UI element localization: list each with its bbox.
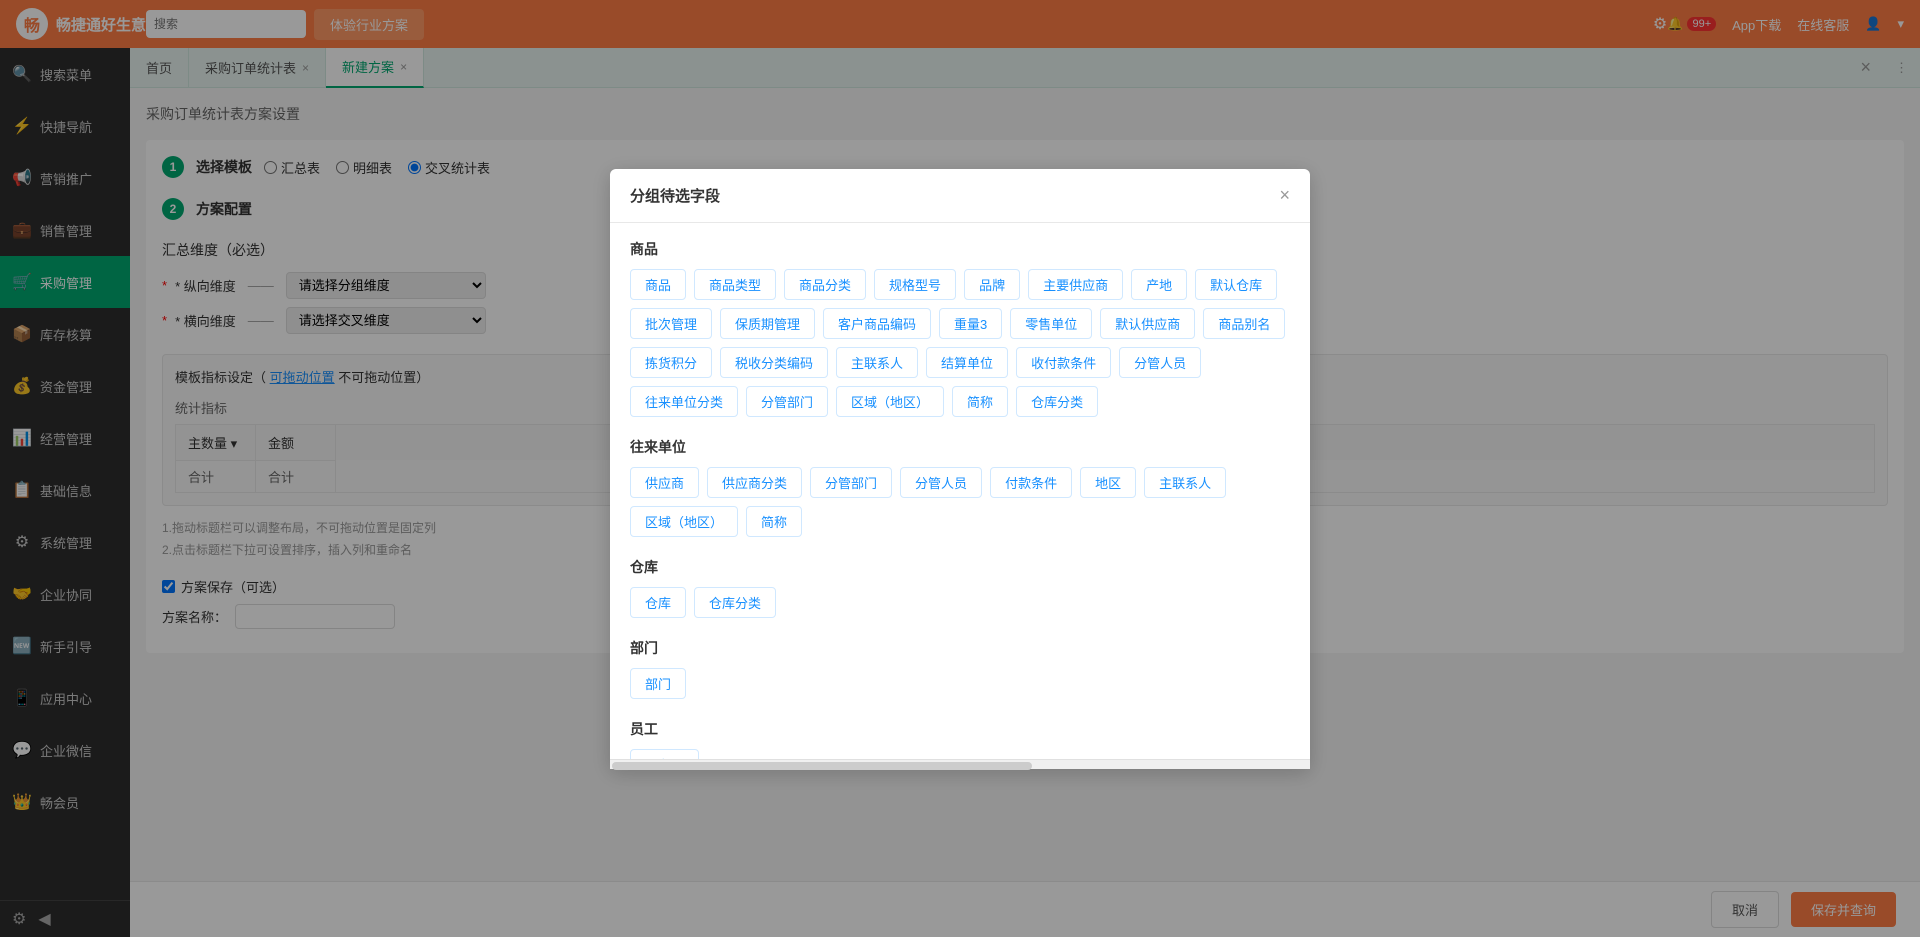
field-tags-contacts: 供应商 供应商分类 分管部门 分管人员 付款条件 地区 主联系人 区域（地区） …: [630, 467, 1290, 537]
field-group-contacts: 往来单位 供应商 供应商分类 分管部门 分管人员 付款条件 地区 主联系人 区域…: [630, 437, 1290, 537]
field-group-goods: 商品 商品 商品类型 商品分类 规格型号 品牌 主要供应商 产地 默认仓库 批次…: [630, 239, 1290, 417]
group-title-warehouse: 仓库: [630, 557, 1290, 577]
modal-dialog: 分组待选字段 × 商品 商品 商品类型 商品分类 规格型号 品牌 主要供应商 产…: [610, 169, 1310, 769]
field-tag[interactable]: 商品: [630, 269, 686, 300]
field-tag[interactable]: 分管部门: [810, 467, 892, 498]
field-tag[interactable]: 往来单位分类: [630, 386, 738, 417]
field-group-employee: 员工 业务员: [630, 719, 1290, 760]
field-tags-employee: 业务员: [630, 749, 1290, 760]
field-tag[interactable]: 区域（地区）: [836, 386, 944, 417]
modal-body: 商品 商品 商品类型 商品分类 规格型号 品牌 主要供应商 产地 默认仓库 批次…: [610, 223, 1310, 760]
field-tag[interactable]: 商品分类: [784, 269, 866, 300]
field-tag[interactable]: 简称: [746, 506, 802, 537]
group-title-goods: 商品: [630, 239, 1290, 259]
field-tag[interactable]: 业务员: [630, 749, 699, 760]
field-tag[interactable]: 主联系人: [836, 347, 918, 378]
field-tag[interactable]: 简称: [952, 386, 1008, 417]
field-tag[interactable]: 商品类型: [694, 269, 776, 300]
modal-close-button[interactable]: ×: [1279, 185, 1290, 206]
field-tag[interactable]: 客户商品编码: [823, 308, 931, 339]
field-tag[interactable]: 主联系人: [1144, 467, 1226, 498]
field-tag[interactable]: 部门: [630, 668, 686, 699]
field-tag[interactable]: 默认仓库: [1195, 269, 1277, 300]
field-tag[interactable]: 品牌: [964, 269, 1020, 300]
field-tag[interactable]: 产地: [1131, 269, 1187, 300]
field-tag[interactable]: 保质期管理: [720, 308, 815, 339]
field-tag[interactable]: 零售单位: [1010, 308, 1092, 339]
field-tag[interactable]: 供应商: [630, 467, 699, 498]
field-group-dept: 部门 部门: [630, 638, 1290, 699]
modal-title: 分组待选字段: [630, 185, 720, 206]
field-tag[interactable]: 规格型号: [874, 269, 956, 300]
field-tags-goods: 商品 商品类型 商品分类 规格型号 品牌 主要供应商 产地 默认仓库 批次管理 …: [630, 269, 1290, 417]
field-tag[interactable]: 结算单位: [926, 347, 1008, 378]
field-tags-dept: 部门: [630, 668, 1290, 699]
field-tag[interactable]: 分管人员: [900, 467, 982, 498]
field-tag[interactable]: 地区: [1080, 467, 1136, 498]
modal-horizontal-scrollbar[interactable]: [610, 759, 1310, 768]
field-tag[interactable]: 仓库: [630, 587, 686, 618]
modal-header: 分组待选字段 ×: [610, 169, 1310, 223]
field-group-warehouse: 仓库 仓库 仓库分类: [630, 557, 1290, 618]
field-tag[interactable]: 收付款条件: [1016, 347, 1111, 378]
field-tag[interactable]: 仓库分类: [694, 587, 776, 618]
field-tag[interactable]: 分管部门: [746, 386, 828, 417]
field-tag[interactable]: 主要供应商: [1028, 269, 1123, 300]
field-tag[interactable]: 默认供应商: [1100, 308, 1195, 339]
field-tag[interactable]: 区域（地区）: [630, 506, 738, 537]
field-tag[interactable]: 拣货积分: [630, 347, 712, 378]
field-tag[interactable]: 供应商分类: [707, 467, 802, 498]
group-title-contacts: 往来单位: [630, 437, 1290, 457]
group-title-dept: 部门: [630, 638, 1290, 658]
field-tag[interactable]: 仓库分类: [1016, 386, 1098, 417]
field-tags-warehouse: 仓库 仓库分类: [630, 587, 1290, 618]
scrollbar-thumb: [612, 762, 1032, 770]
field-tag[interactable]: 付款条件: [990, 467, 1072, 498]
field-tag[interactable]: 重量3: [939, 308, 1002, 339]
modal-overlay[interactable]: 分组待选字段 × 商品 商品 商品类型 商品分类 规格型号 品牌 主要供应商 产…: [0, 0, 1920, 937]
field-tag[interactable]: 税收分类编码: [720, 347, 828, 378]
field-tag[interactable]: 批次管理: [630, 308, 712, 339]
field-tag[interactable]: 分管人员: [1119, 347, 1201, 378]
group-title-employee: 员工: [630, 719, 1290, 739]
field-tag[interactable]: 商品别名: [1203, 308, 1285, 339]
